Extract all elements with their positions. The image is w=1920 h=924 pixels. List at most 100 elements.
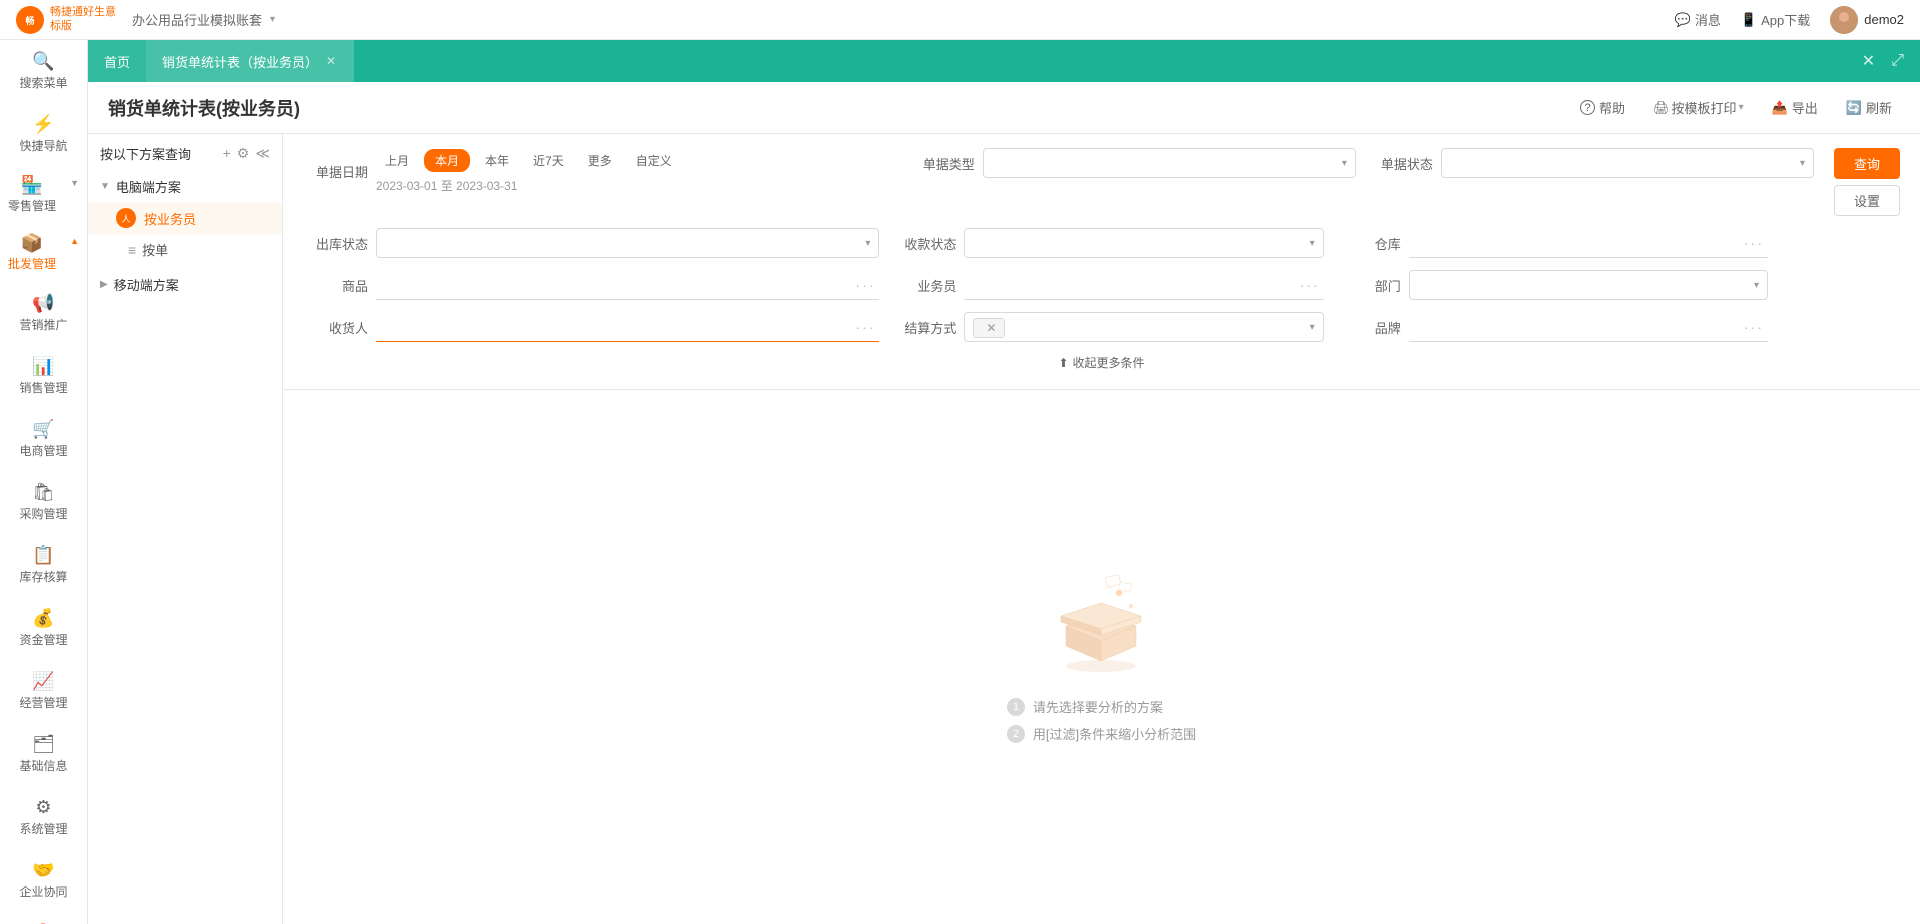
collapse-panel-btn[interactable]: ≪ bbox=[255, 145, 270, 162]
print-template-button[interactable]: 🖨 按模板打印 ▾ bbox=[1645, 94, 1752, 121]
settings-scheme-btn[interactable]: ⚙ bbox=[237, 145, 250, 162]
sidebar-item-collab[interactable]: 🤝 企业协同 bbox=[0, 849, 87, 912]
logo-icon: 畅 bbox=[16, 6, 44, 34]
sidebar-item-system[interactable]: ⚙ 系统管理 bbox=[0, 786, 87, 849]
sidebar-item-operations[interactable]: 📈 经营管理 bbox=[0, 660, 87, 723]
right-panel: 单据日期 上月 本月 本年 近7天 更多 自定义 bbox=[283, 134, 1920, 924]
settlement-tag: ✕ bbox=[973, 316, 1005, 338]
sidebar-item-quicknav[interactable]: ⚡ 快捷导航 bbox=[0, 103, 87, 166]
sidebar-label-purchase: 采购管理 bbox=[19, 505, 67, 522]
receiver-input[interactable]: ··· bbox=[376, 312, 879, 342]
receive-status-arrow: ▾ bbox=[1310, 238, 1315, 249]
warehouse-input[interactable]: ··· bbox=[1409, 228, 1768, 258]
sidebar-item-finance[interactable]: 💰 资金管理 bbox=[0, 597, 87, 660]
collapse-button[interactable]: ⬆ 收起更多条件 bbox=[1046, 350, 1156, 375]
sidebar-label-marketing: 营销推广 bbox=[19, 316, 67, 333]
basic-icon: 🗂 bbox=[32, 735, 55, 753]
marketing-icon: 📢 bbox=[32, 294, 54, 312]
sidebar-item-retail[interactable]: 🏪 零售管理 ▼ bbox=[0, 166, 87, 224]
dept-group: 部门 ▾ bbox=[1336, 270, 1768, 300]
logo[interactable]: 畅 畅捷通好生意 标版 bbox=[16, 6, 116, 34]
sidebar-label-operations: 经营管理 bbox=[19, 694, 67, 711]
add-scheme-btn[interactable]: + bbox=[223, 145, 231, 162]
salesperson-group: 业务员 ··· bbox=[891, 270, 1323, 300]
tab-sales-report[interactable]: 销货单统计表（按业务员） ✕ bbox=[146, 40, 354, 82]
results-area: 1 请先选择要分析的方案 2 用[过滤]条件来缩小分析范围 bbox=[283, 390, 1920, 924]
out-status-group: 出库状态 ▾ bbox=[303, 228, 879, 258]
scheme-item-salesperson[interactable]: 人 按业务员 bbox=[88, 202, 282, 234]
pc-scheme-group-header[interactable]: ▼ 电脑端方案 bbox=[88, 171, 282, 202]
sidebar-item-inventory[interactable]: 📋 库存核算 bbox=[0, 534, 87, 597]
sidebar: 🔍 搜索菜单 ⚡ 快捷导航 🏪 零售管理 ▼ 📦 批发管理 ▲ bbox=[0, 40, 88, 924]
date-btn-more[interactable]: 更多 bbox=[579, 148, 621, 173]
retail-icon: 🏪 bbox=[21, 176, 43, 194]
order-scheme-label: 按单 bbox=[142, 240, 168, 259]
type-label: 单据类型 bbox=[910, 154, 975, 173]
settlement-group: 结算方式 ✕ ▾ bbox=[891, 312, 1323, 342]
receiver-dots[interactable]: ··· bbox=[855, 319, 875, 335]
type-select[interactable]: ▾ bbox=[983, 148, 1356, 178]
main-body: 🔍 搜索菜单 ⚡ 快捷导航 🏪 零售管理 ▼ 📦 批发管理 ▲ bbox=[0, 40, 1920, 924]
salesperson-dots[interactable]: ··· bbox=[1300, 277, 1320, 293]
export-button[interactable]: 📤 导出 bbox=[1764, 94, 1826, 121]
help-button[interactable]: ? 帮助 bbox=[1572, 94, 1633, 121]
print-dropdown-arrow: ▾ bbox=[1739, 102, 1744, 113]
date-btn-custom[interactable]: 自定义 bbox=[627, 148, 681, 173]
sidebar-label-finance: 资金管理 bbox=[19, 631, 67, 648]
window-maximize-btn[interactable]: ⤢ bbox=[1887, 48, 1908, 74]
ecommerce-icon: 🛒 bbox=[32, 420, 54, 438]
sidebar-item-basic[interactable]: 🗂 基础信息 bbox=[0, 723, 87, 786]
date-btn-this-month[interactable]: 本月 bbox=[424, 149, 470, 172]
brand-dots[interactable]: ··· bbox=[1744, 319, 1764, 335]
sidebar-item-search[interactable]: 🔍 搜索菜单 bbox=[0, 40, 87, 103]
receiver-group: 收货人 ··· bbox=[303, 312, 879, 342]
sidebar-item-marketing[interactable]: 📢 营销推广 bbox=[0, 282, 87, 345]
warehouse-dots[interactable]: ··· bbox=[1744, 235, 1764, 251]
settings-button[interactable]: 设置 bbox=[1834, 185, 1900, 216]
step-num-1: 1 bbox=[1007, 698, 1025, 716]
date-btn-7days[interactable]: 近7天 bbox=[524, 148, 573, 173]
status-select[interactable]: ▾ bbox=[1441, 148, 1814, 178]
app-download-button[interactable]: 📱 App下载 bbox=[1741, 10, 1810, 29]
refresh-icon: 🔄 bbox=[1846, 100, 1862, 116]
out-status-arrow: ▾ bbox=[865, 238, 870, 249]
page-actions: ? 帮助 🖨 按模板打印 ▾ 📤 导出 🔄 刷新 bbox=[1572, 94, 1900, 121]
brand-input[interactable]: ··· bbox=[1409, 312, 1768, 342]
sidebar-item-wholesale[interactable]: 📦 批发管理 ▲ bbox=[0, 224, 87, 282]
goods-dots[interactable]: ··· bbox=[855, 277, 875, 293]
settlement-tag-close[interactable]: ✕ bbox=[986, 321, 996, 335]
out-status-label: 出库状态 bbox=[303, 234, 368, 253]
print-icon: 🖨 bbox=[1653, 100, 1670, 116]
status-filter-group: 单据状态 ▾ bbox=[1368, 148, 1814, 178]
empty-step-2: 2 用[过滤]条件来缩小分析范围 bbox=[1007, 724, 1196, 743]
date-btn-last-month[interactable]: 上月 bbox=[376, 148, 418, 173]
company-dropdown-icon[interactable]: ▾ bbox=[270, 14, 275, 25]
user-profile[interactable]: demo2 bbox=[1830, 6, 1904, 34]
quicknav-icon: ⚡ bbox=[32, 115, 54, 133]
sidebar-item-guide[interactable]: 🎯 新手引导 bbox=[0, 912, 87, 924]
date-btn-this-year[interactable]: 本年 bbox=[476, 148, 518, 173]
message-button[interactable]: 💬 消息 bbox=[1675, 10, 1721, 29]
mobile-scheme-group-header[interactable]: ▶ 移动端方案 bbox=[88, 269, 282, 300]
window-close-btn[interactable]: ✕ bbox=[1858, 47, 1879, 75]
dept-select[interactable]: ▾ bbox=[1409, 270, 1768, 300]
salesperson-input[interactable]: ··· bbox=[964, 270, 1323, 300]
query-button[interactable]: 查询 bbox=[1834, 148, 1900, 179]
sidebar-item-purchase[interactable]: 🛍 采购管理 bbox=[0, 471, 87, 534]
top-bar: 畅 畅捷通好生意 标版 办公用品行业模拟账套 ▾ 💬 消息 📱 App下载 bbox=[0, 0, 1920, 40]
tab-home[interactable]: 首页 bbox=[88, 40, 146, 82]
scheme-item-order[interactable]: ≡ 按单 bbox=[88, 234, 282, 265]
goods-input[interactable]: ··· bbox=[376, 270, 879, 300]
user-name: demo2 bbox=[1864, 12, 1904, 27]
settlement-select[interactable]: ✕ ▾ bbox=[964, 312, 1323, 342]
sidebar-label-system: 系统管理 bbox=[19, 820, 67, 837]
refresh-button[interactable]: 🔄 刷新 bbox=[1838, 94, 1900, 121]
mobile-group-arrow: ▶ bbox=[100, 279, 108, 290]
tab-close-icon[interactable]: ✕ bbox=[324, 52, 338, 70]
out-status-select[interactable]: ▾ bbox=[376, 228, 879, 258]
order-scheme-icon: ≡ bbox=[128, 242, 136, 258]
receive-status-select[interactable]: ▾ bbox=[964, 228, 1323, 258]
sidebar-item-sales[interactable]: 📊 销售管理 bbox=[0, 345, 87, 408]
sidebar-item-ecommerce[interactable]: 🛒 电商管理 bbox=[0, 408, 87, 471]
sidebar-label-quicknav: 快捷导航 bbox=[19, 137, 67, 154]
